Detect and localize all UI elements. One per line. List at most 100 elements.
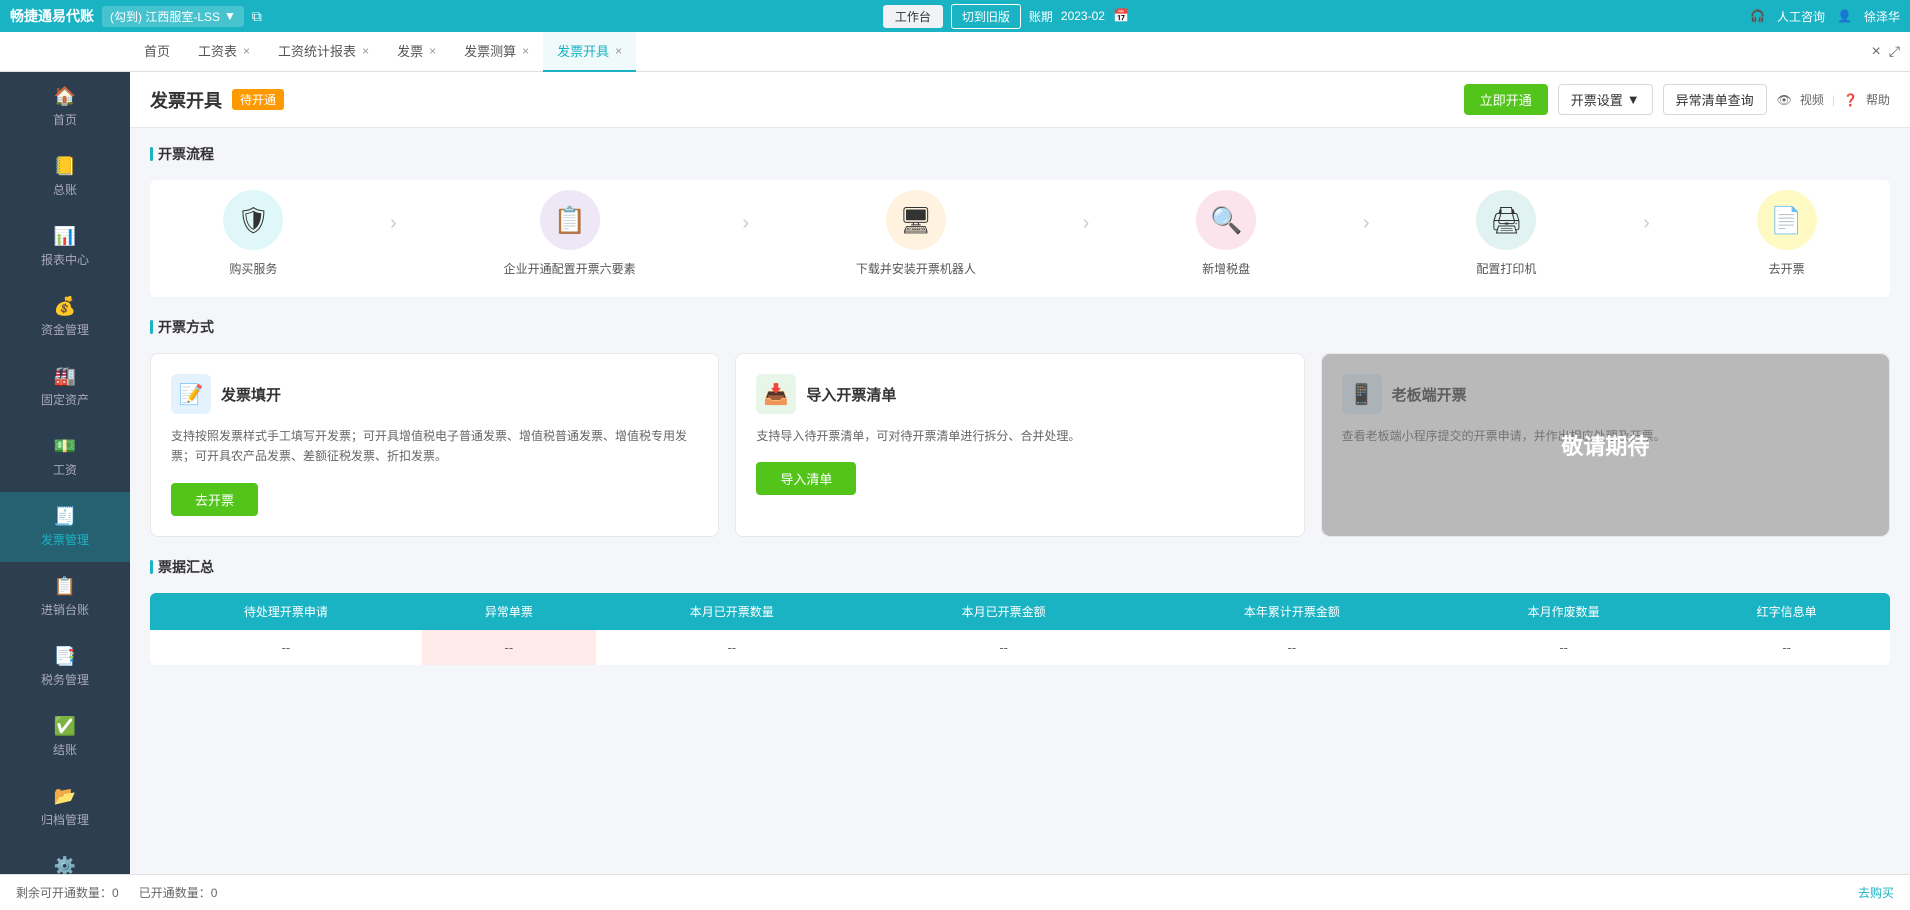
footer: 剩余可开通数量：0 已开通数量：0 去购买 bbox=[0, 874, 1910, 910]
tax-icon: 📑 bbox=[54, 646, 76, 667]
sidebar-item-closing[interactable]: ✅ 结账 bbox=[0, 702, 130, 772]
tab-invoice-calc[interactable]: 发票测算 × bbox=[450, 32, 543, 72]
open-now-button[interactable]: 立即开通 bbox=[1464, 84, 1548, 115]
sidebar-item-invoice[interactable]: 🧾 发票管理 bbox=[0, 492, 130, 562]
summary-header-row: 待处理开票申请 异常单票 本月已开票数量 本月已开票金额 本年累计开票金额 本月… bbox=[150, 593, 1890, 630]
home-icon: 🏠 bbox=[54, 86, 76, 107]
sidebar-item-purchase[interactable]: 📋 进销台账 bbox=[0, 562, 130, 632]
col-pending: 待处理开票申请 bbox=[150, 593, 422, 630]
tab-close-payroll[interactable]: × bbox=[243, 44, 250, 58]
go-issue-button[interactable]: 去开票 bbox=[171, 483, 258, 516]
page-title-row: 发票开具 待开通 bbox=[150, 87, 284, 113]
chevron-down-icon: ▼ bbox=[224, 9, 236, 23]
period-label: 账期 bbox=[1029, 8, 1053, 25]
sidebar-item-report[interactable]: 📊 报表中心 bbox=[0, 212, 130, 282]
used-quota: 已开通数量：0 bbox=[139, 884, 218, 901]
tab-home[interactable]: 首页 bbox=[130, 32, 184, 72]
tab-payroll-stats[interactable]: 工资统计报表 × bbox=[264, 32, 383, 72]
tab-invoice-issue[interactable]: 发票开具 × bbox=[543, 32, 636, 72]
help-icon[interactable]: ❓ bbox=[1843, 93, 1858, 107]
payroll-icon: 💵 bbox=[54, 436, 76, 457]
step-printer-icon-circle: 🖨 bbox=[1476, 190, 1536, 250]
summary-section-title: 票据汇总 bbox=[150, 557, 1890, 577]
sidebar-label-purchase: 进销台账 bbox=[41, 601, 89, 618]
sidebar-label-tax: 税务管理 bbox=[41, 671, 89, 688]
calendar-icon[interactable]: 📅 bbox=[1113, 8, 1129, 24]
step-configure-icon-circle: 📋 bbox=[540, 190, 600, 250]
sidebar-item-asset[interactable]: 🏭 固定资产 bbox=[0, 352, 130, 422]
copy-icon[interactable]: ⧉ bbox=[252, 8, 262, 25]
step-buy-icon-circle: 🛡 bbox=[223, 190, 283, 250]
manual-title: 发票填开 bbox=[221, 384, 281, 405]
sidebar-item-ledger[interactable]: 📒 总账 bbox=[0, 142, 130, 212]
content-area: 发票开具 待开通 立即开通 开票设置 ▼ 异常清单查询 👁 视频 | ❓ 帮助 bbox=[130, 72, 1910, 874]
flow-step-issue: 📄 去开票 bbox=[1757, 190, 1817, 277]
import-title: 导入开票清单 bbox=[806, 384, 896, 405]
flow-step-download: 🖥 下载并安装开票机器人 bbox=[856, 190, 976, 277]
tab-close-payroll-stats[interactable]: × bbox=[362, 44, 369, 58]
company-selector[interactable]: (勾到) 江西服室-LSS ▼ bbox=[102, 6, 244, 27]
user-name[interactable]: 徐泽华 bbox=[1864, 8, 1900, 25]
issue-icon: 📄 bbox=[1770, 205, 1802, 236]
sidebar-label-closing: 结账 bbox=[53, 741, 77, 758]
cell-abnormal: -- bbox=[422, 630, 596, 665]
view-label[interactable]: 视频 bbox=[1800, 91, 1824, 108]
sidebar-label-payroll: 工资 bbox=[53, 461, 77, 478]
sidebar-item-settings[interactable]: ⚙️ 设置 bbox=[0, 842, 130, 874]
step-download-icon-circle: 🖥 bbox=[886, 190, 946, 250]
cell-month-amount: -- bbox=[868, 630, 1140, 665]
sidebar-item-archive[interactable]: 📂 归档管理 bbox=[0, 772, 130, 842]
purchase-icon: 📋 bbox=[54, 576, 76, 597]
method-cards: 📝 发票填开 支持按照发票样式手工填写开发票；可开具增值税电子普通发票、增值税普… bbox=[150, 353, 1890, 537]
sidebar-item-home[interactable]: 🏠 首页 bbox=[0, 72, 130, 142]
remaining-quota: 剩余可开通数量：0 bbox=[16, 884, 119, 901]
tab-close-invoice[interactable]: × bbox=[429, 44, 436, 58]
sidebar-label-archive: 归档管理 bbox=[41, 811, 89, 828]
col-red-info: 红字信息单 bbox=[1683, 593, 1890, 630]
step-download-label: 下载并安装开票机器人 bbox=[856, 260, 976, 277]
sidebar-item-fund[interactable]: 💰 资金管理 bbox=[0, 282, 130, 352]
summary-data-row: -- -- -- -- -- -- -- bbox=[150, 630, 1890, 665]
switch-version-button[interactable]: 切到旧版 bbox=[951, 4, 1021, 29]
col-year-amount: 本年累计开票金额 bbox=[1140, 593, 1444, 630]
tab-close-invoice-issue[interactable]: × bbox=[615, 44, 622, 58]
open-settings-button[interactable]: 开票设置 ▼ bbox=[1558, 84, 1653, 115]
view-icon[interactable]: 👁 bbox=[1777, 93, 1792, 107]
closing-icon: ✅ bbox=[54, 716, 76, 737]
invoice-icon: 🧾 bbox=[54, 506, 76, 527]
content-header: 发票开具 待开通 立即开通 开票设置 ▼ 异常清单查询 👁 视频 | ❓ 帮助 bbox=[130, 72, 1910, 128]
col-month-count: 本月已开票数量 bbox=[596, 593, 868, 630]
sidebar: 🏠 首页 📒 总账 📊 报表中心 💰 资金管理 🏭 固定资产 💵 工资 🧾 发票… bbox=[0, 72, 130, 874]
workspace-button[interactable]: 工作台 bbox=[883, 5, 943, 28]
sidebar-item-payroll[interactable]: 💵 工资 bbox=[0, 422, 130, 492]
user-avatar-icon: 👤 bbox=[1837, 9, 1852, 23]
sidebar-item-tax[interactable]: 📑 税务管理 bbox=[0, 632, 130, 702]
help-label[interactable]: 帮助 bbox=[1866, 91, 1890, 108]
top-bar: 畅捷通易代账 (勾到) 江西服室-LSS ▼ ⧉ 工作台 切到旧版 账期 202… bbox=[0, 0, 1910, 32]
sidebar-label-invoice: 发票管理 bbox=[41, 531, 89, 548]
flow-arrow-2: › bbox=[742, 212, 749, 235]
method-card-boss: 📱 老板端开票 查看老板端小程序提交的开票申请，并作出相应处理及开票。 敬请期待 bbox=[1321, 353, 1890, 537]
customer-service-icon: 🎧 bbox=[1750, 9, 1765, 23]
customer-service-label[interactable]: 人工咨询 bbox=[1777, 8, 1825, 25]
close-window-icon[interactable]: × bbox=[1871, 43, 1880, 61]
method-card-import: 📥 导入开票清单 支持导入待开票清单，可对待开票清单进行拆分、合并处理。 导入清… bbox=[735, 353, 1304, 537]
manual-desc: 支持按照发票样式手工填写开发票；可开具增值税电子普通发票、增值税普通发票、增值税… bbox=[171, 426, 698, 467]
separator: | bbox=[1832, 93, 1835, 107]
step-buy-label: 购买服务 bbox=[229, 260, 277, 277]
top-bar-left: 畅捷通易代账 (勾到) 江西服室-LSS ▼ ⧉ bbox=[10, 6, 262, 27]
asset-icon: 🏭 bbox=[54, 366, 76, 387]
tab-close-invoice-calc[interactable]: × bbox=[522, 44, 529, 58]
flow-arrow-3: › bbox=[1083, 212, 1090, 235]
buy-link[interactable]: 去购买 bbox=[1858, 884, 1894, 901]
abnormal-query-button[interactable]: 异常清单查询 bbox=[1663, 84, 1767, 115]
method-section-title: 开票方式 bbox=[150, 317, 1890, 337]
flow-section-title: 开票流程 bbox=[150, 144, 1890, 164]
top-bar-center: 工作台 切到旧版 账期 2023-02 📅 bbox=[883, 4, 1129, 29]
import-list-button[interactable]: 导入清单 bbox=[756, 462, 856, 495]
import-card-header: 📥 导入开票清单 bbox=[756, 374, 1283, 414]
expand-icon[interactable]: ⤢ bbox=[1889, 43, 1900, 60]
col-void-count: 本月作废数量 bbox=[1444, 593, 1683, 630]
tab-payroll[interactable]: 工资表 × bbox=[184, 32, 264, 72]
tab-invoice[interactable]: 发票 × bbox=[383, 32, 450, 72]
